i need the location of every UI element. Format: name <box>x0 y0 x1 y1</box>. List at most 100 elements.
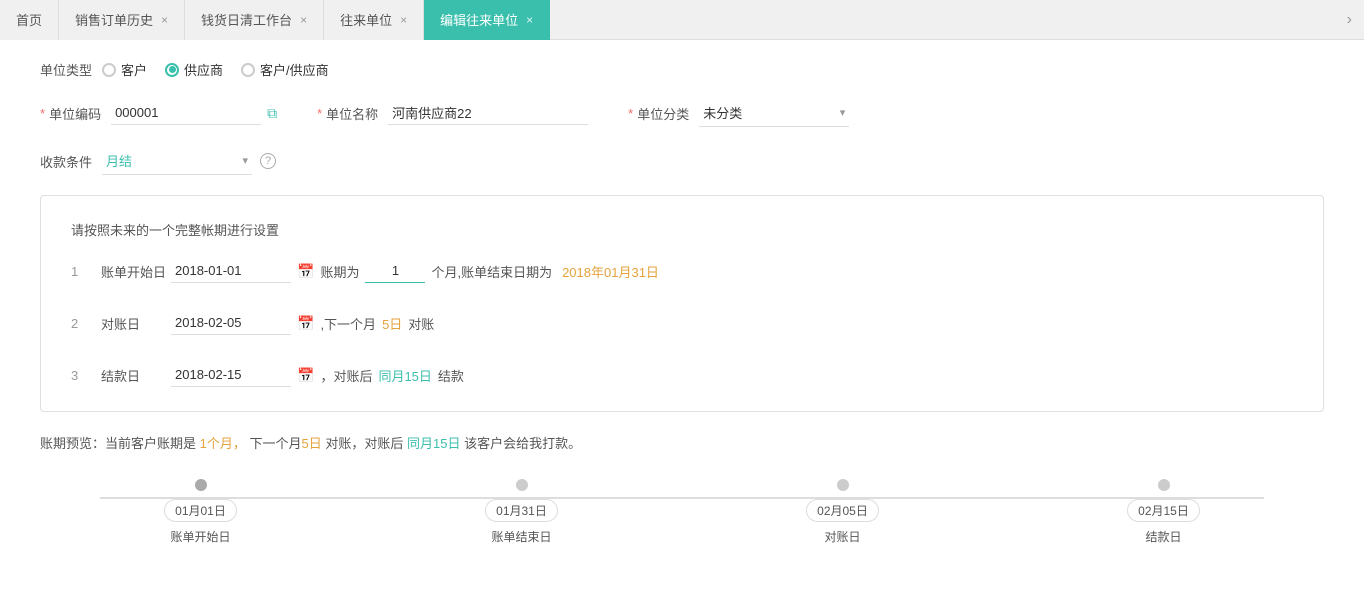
unit-info-row: * 单位编码 ⧉ * 单位名称 * 单位分类 未分类 ▾ <box>40 99 1324 127</box>
timeline-label-3: 结款日 <box>1145 528 1181 545</box>
tab-bar: 首页 销售订单历史 × 钱货日清工作台 × 往来单位 × 编辑往来单位 × › <box>0 0 1364 40</box>
setting-row-2: 2 对账日 📅 ,下一个月 5日 对账 <box>71 311 1293 335</box>
payment-help-icon[interactable]: ? <box>260 153 276 169</box>
row-number-2: 2 <box>71 316 101 331</box>
timeline-badge-3: 02月15日 <box>1127 499 1200 522</box>
unit-category-dropdown[interactable]: 未分类 ▾ <box>699 99 849 127</box>
radio-supplier-circle <box>165 63 179 77</box>
tab-sales-history-close[interactable]: × <box>161 13 168 27</box>
tab-home[interactable]: 首页 <box>0 0 59 40</box>
preview-part2-before: 下一个月 <box>250 436 302 451</box>
timeline-dot-3 <box>1158 479 1170 491</box>
timeline-items: 01月01日 账单开始日 01月31日 账单结束日 02月05日 对账日 02月… <box>40 479 1324 545</box>
timeline-badge-1: 01月31日 <box>485 499 558 522</box>
preview-text: 账期预览：当前客户账期是 1个月， 下一个月5日 对账，对账后 同月15日 该客… <box>40 432 1324 455</box>
radio-supplier-label: 供应商 <box>184 60 223 79</box>
date-input-2[interactable] <box>171 311 291 335</box>
cal-icon-1[interactable]: 📅 <box>297 263 314 280</box>
row-label-2: 对账日 <box>101 314 171 333</box>
tab-partner-units-close[interactable]: × <box>400 13 407 27</box>
date-input-3[interactable] <box>171 363 291 387</box>
unit-category-label: 单位分类 <box>637 104 689 123</box>
unit-code-copy-icon[interactable]: ⧉ <box>267 105 277 122</box>
setting-row-1: 1 账单开始日 📅 账期为 个月,账单结束日期为 2018年01月31日 <box>71 259 1293 283</box>
timeline-item-0: 01月01日 账单开始日 <box>40 479 361 545</box>
unit-category-value: 未分类 <box>703 103 833 122</box>
radio-supplier[interactable]: 供应商 <box>165 60 223 79</box>
radio-both-label: 客户/供应商 <box>260 60 329 79</box>
preview-part1: 1个月， <box>200 436 246 451</box>
tab-partner-units-label: 往来单位 <box>340 10 392 29</box>
suffix-after-2: 对账 <box>408 314 434 333</box>
suffix-before-2: ,下一个月 <box>320 314 376 333</box>
unit-type-label: 单位类型 <box>40 60 92 79</box>
settings-box: 请按照未来的一个完整帐期进行设置 1 账单开始日 📅 账期为 个月,账单结束日期… <box>40 195 1324 412</box>
preview-part4: 该客户会给我打款。 <box>464 436 581 451</box>
tab-edit-partner-label: 编辑往来单位 <box>440 10 518 29</box>
timeline-item-2: 02月05日 对账日 <box>682 479 1003 545</box>
payment-label: 收款条件 <box>40 152 92 171</box>
cal-icon-3[interactable]: 📅 <box>297 367 314 384</box>
setting-row-3: 3 结款日 📅 ，对账后 同月15日 结款 <box>71 363 1293 387</box>
tab-cash-work-close[interactable]: × <box>300 13 307 27</box>
radio-customer[interactable]: 客户 <box>102 60 147 79</box>
row-label-3: 结款日 <box>101 366 171 385</box>
suffix-before-3: ，对账后 <box>320 366 372 385</box>
period-label-after: 个月,账单结束日期为 <box>431 262 552 281</box>
payment-row: 收款条件 月结 ▾ ? <box>40 147 1324 175</box>
settings-title: 请按照未来的一个完整帐期进行设置 <box>71 220 1293 239</box>
payment-value: 月结 <box>106 151 236 170</box>
row-label-1: 账单开始日 <box>101 262 171 281</box>
timeline-dot-0 <box>195 479 207 491</box>
timeline-label-1: 账单结束日 <box>491 528 551 545</box>
unit-code-field: * 单位编码 ⧉ <box>40 101 277 125</box>
tab-edit-partner-close[interactable]: × <box>526 13 533 27</box>
unit-type-row: 单位类型 客户 供应商 客户/供应商 <box>40 60 1324 79</box>
tab-partner-units[interactable]: 往来单位 × <box>324 0 424 40</box>
radio-both-circle <box>241 63 255 77</box>
tab-cash-work-label: 钱货日清工作台 <box>201 10 292 29</box>
unit-code-input[interactable] <box>111 101 261 125</box>
unit-code-star: * <box>40 106 45 121</box>
tab-home-label: 首页 <box>16 10 42 29</box>
unit-category-star: * <box>628 106 633 121</box>
payment-dropdown[interactable]: 月结 ▾ <box>102 147 252 175</box>
period-end-date: 2018年01月31日 <box>562 262 659 281</box>
unit-name-star: * <box>317 106 322 121</box>
radio-customer-label: 客户 <box>121 60 147 79</box>
timeline-badge-0: 01月01日 <box>164 499 237 522</box>
radio-both[interactable]: 客户/供应商 <box>241 60 329 79</box>
preview-part3-before: 对账，对账后 <box>325 436 403 451</box>
timeline-wrapper: 01月01日 账单开始日 01月31日 账单结束日 02月05日 对账日 02月… <box>40 479 1324 565</box>
cal-icon-2[interactable]: 📅 <box>297 315 314 332</box>
unit-category-field: * 单位分类 未分类 ▾ <box>628 99 849 127</box>
tab-sales-history[interactable]: 销售订单历史 × <box>59 0 185 40</box>
unit-name-label: 单位名称 <box>326 104 378 123</box>
timeline-item-3: 02月15日 结款日 <box>1003 479 1324 545</box>
suffix-highlight-3: 同月15日 <box>378 366 431 385</box>
payment-field: 收款条件 月结 ▾ ? <box>40 147 276 175</box>
row-number-1: 1 <box>71 264 101 279</box>
timeline-label-0: 账单开始日 <box>170 528 230 545</box>
row-number-3: 3 <box>71 368 101 383</box>
period-input[interactable] <box>365 259 425 283</box>
date-input-1[interactable] <box>171 259 291 283</box>
payment-dropdown-arrow: ▾ <box>242 154 248 167</box>
tab-edit-partner[interactable]: 编辑往来单位 × <box>424 0 550 40</box>
unit-category-arrow: ▾ <box>840 106 846 119</box>
radio-customer-circle <box>102 63 116 77</box>
preview-part3-highlight: 同月15日 <box>407 436 460 451</box>
tab-cash-work[interactable]: 钱货日清工作台 × <box>185 0 324 40</box>
period-label-before: 账期为 <box>320 262 359 281</box>
timeline-label-2: 对账日 <box>824 528 860 545</box>
unit-name-input[interactable] <box>388 101 588 125</box>
timeline-dot-2 <box>837 479 849 491</box>
timeline-dot-1 <box>516 479 528 491</box>
tab-arrow[interactable]: › <box>1335 0 1364 40</box>
timeline-badge-2: 02月05日 <box>806 499 879 522</box>
unit-type-field: 单位类型 客户 供应商 客户/供应商 <box>40 60 329 79</box>
tab-sales-history-label: 销售订单历史 <box>75 10 153 29</box>
radio-group: 客户 供应商 客户/供应商 <box>102 60 329 79</box>
unit-code-label: 单位编码 <box>49 104 101 123</box>
unit-name-field: * 单位名称 <box>317 101 588 125</box>
